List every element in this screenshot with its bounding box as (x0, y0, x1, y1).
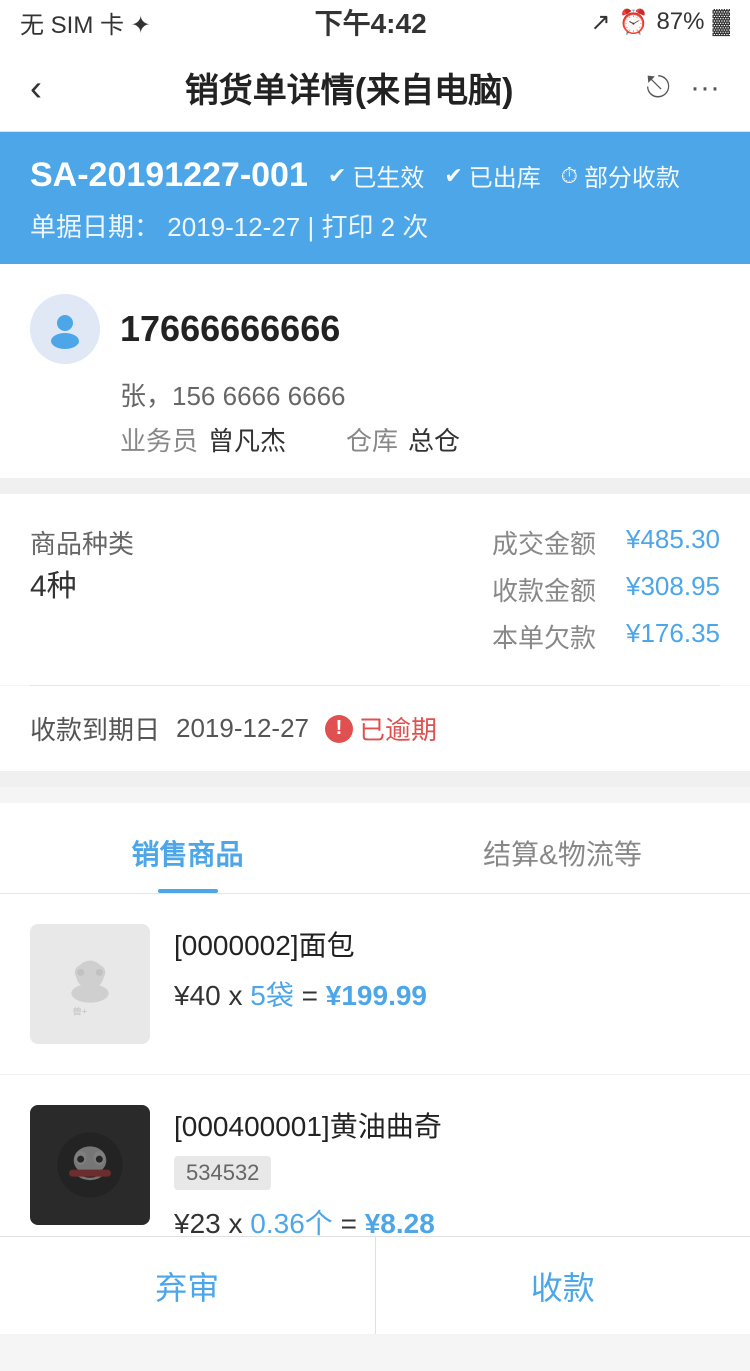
status-bar-left: 无 SIM 卡 ✦ (20, 5, 151, 40)
amount-row-2: 本单欠款 ¥176.35 (492, 618, 720, 655)
nav-right-actions: ⎋ ··· (646, 71, 720, 105)
summary-section: 商品种类 4种 成交金额 ¥485.30 收款金额 ¥308.95 本单欠款 ¥… (0, 494, 750, 685)
badge-shipped-label: 已出库 (469, 158, 541, 193)
product-info-1: [00040000​1]黄油曲奇 534532 ¥23 x 0.36个 = ¥8… (174, 1105, 720, 1242)
amounts: 成交金额 ¥485.30 收款金额 ¥308.95 本单欠款 ¥176.35 (492, 524, 720, 655)
product-type-value: 4种 (30, 561, 134, 605)
amount-row-1: 收款金额 ¥308.95 (492, 571, 720, 608)
collect-payment-button[interactable]: 收款 (376, 1237, 750, 1334)
price-eq-0: = (302, 980, 326, 1011)
divider1 (0, 478, 750, 494)
badge-effective-label: 已生效 (352, 158, 424, 193)
amount-label-2: 本单欠款 (492, 618, 596, 655)
abandon-review-button[interactable]: 弃审 (0, 1237, 376, 1334)
print-info: | 打印 2 次 (307, 212, 428, 242)
page-title: 销货单详情(来自电脑) (52, 63, 646, 112)
price-x-0: x (229, 980, 251, 1011)
amount-label-1: 收款金额 (492, 571, 596, 608)
share-button[interactable]: ⎋ (646, 71, 670, 105)
clock-icon (561, 162, 578, 190)
salesperson-item: 业务员 曾凡杰 (120, 421, 286, 458)
svg-text:兽+: 兽+ (73, 1005, 88, 1016)
products-section: 兽+ [0000002]面包 ¥40 x 5袋 = ¥199.99 (0, 894, 750, 1273)
battery-level: 87% (656, 8, 704, 36)
due-date-label: 收款到期日 (30, 710, 160, 747)
price-x-1: x (229, 1208, 251, 1239)
bottom-bar: 弃审 收款 (0, 1236, 750, 1334)
alarm-icon: ⏰ (619, 8, 649, 37)
customer-meta: 业务员 曾凡杰 仓库 总仓 (120, 421, 720, 458)
more-button[interactable]: ··· (690, 71, 720, 105)
product-type: 商品种类 4种 (30, 524, 134, 605)
product-name-0: [0000002]面包 (174, 924, 720, 964)
price-qty-1: 0.36个 (250, 1208, 333, 1239)
tab-settlement[interactable]: 结算&物流等 (375, 803, 750, 893)
product-name-1: [00040000​1]黄油曲奇 (174, 1105, 720, 1145)
divider2 (0, 771, 750, 787)
price-total-1: ¥8.28 (365, 1208, 435, 1239)
amount-value-2: ¥176.35 (626, 618, 720, 655)
due-date-value: 2019-12-27 (176, 713, 309, 744)
warehouse-label: 仓库 (346, 421, 398, 458)
price-qty-0: 5袋 (250, 980, 294, 1011)
customer-detail: 张，156 6666 6666 (120, 376, 720, 413)
location-icon: ↗ (590, 8, 610, 37)
date-label: 单据日期： (30, 212, 160, 242)
customer-id: 17666666666 (120, 308, 340, 350)
badge-effective: 已生效 (328, 158, 424, 193)
tab-sales-products[interactable]: 销售商品 (0, 803, 375, 893)
status-bar: 无 SIM 卡 ✦ 下午4:42 ↗ ⏰ 87% ▓ (0, 0, 750, 44)
product-type-label: 商品种类 (30, 524, 134, 561)
sim-status: 无 SIM 卡 ✦ (20, 5, 151, 40)
due-date-section: 收款到期日 2019-12-27 ! 已逾期 (0, 686, 750, 771)
overdue-icon: ! (325, 715, 353, 743)
order-number: SA-20191227-001 (30, 156, 308, 195)
price-eq-1: = (341, 1208, 365, 1239)
overdue-text: 已逾期 (359, 710, 437, 747)
price-total-0: ¥199.99 (326, 980, 427, 1011)
badge-partial: 部分收款 (561, 158, 680, 193)
product-info-0: [0000002]面包 ¥40 x 5袋 = ¥199.99 (174, 924, 720, 1014)
status-bar-right: ↗ ⏰ 87% ▓ (590, 8, 730, 37)
salesperson-value: 曾凡杰 (208, 421, 286, 458)
badge-partial-label: 部分收款 (584, 158, 680, 193)
list-item: 兽+ [0000002]面包 ¥40 x 5袋 = ¥199.99 (0, 894, 750, 1075)
price-base-1: ¥23 (174, 1208, 221, 1239)
date-value: 2019-12-27 (167, 212, 300, 242)
badge-shipped: 已出库 (444, 158, 540, 193)
warehouse-value: 总仓 (408, 421, 460, 458)
product-image-0: 兽+ (30, 924, 150, 1044)
product-sku-1: 534532 (174, 1156, 271, 1190)
avatar (30, 294, 100, 364)
overdue-badge: ! 已逾期 (325, 710, 437, 747)
amount-value-1: ¥308.95 (626, 571, 720, 608)
warehouse-item: 仓库 总仓 (346, 421, 460, 458)
product-image-1 (30, 1105, 150, 1225)
nav-bar: ‹ 销货单详情(来自电脑) ⎋ ··· (0, 44, 750, 132)
amount-value-0: ¥485.30 (626, 524, 720, 561)
customer-row: 17666666666 (30, 294, 720, 364)
check-icon (328, 162, 346, 190)
order-banner: SA-20191227-001 已生效 已出库 部分收款 单据日期： 2019-… (0, 132, 750, 264)
amount-row-0: 成交金额 ¥485.30 (492, 524, 720, 561)
customer-section: 17666666666 张，156 6666 6666 业务员 曾凡杰 仓库 总… (0, 264, 750, 478)
salesperson-label: 业务员 (120, 421, 198, 458)
order-banner-row1: SA-20191227-001 已生效 已出库 部分收款 (30, 156, 720, 195)
order-banner-date: 单据日期： 2019-12-27 | 打印 2 次 (30, 207, 720, 244)
status-bar-time: 下午4:42 (315, 2, 427, 42)
amount-label-0: 成交金额 (492, 524, 596, 561)
check-icon2 (444, 162, 462, 190)
back-button[interactable]: ‹ (30, 57, 52, 119)
tabs-section: 销售商品 结算&物流等 (0, 803, 750, 894)
price-base-0: ¥40 (174, 980, 221, 1011)
product-price-0: ¥40 x 5袋 = ¥199.99 (174, 974, 720, 1014)
battery-icon: ▓ (713, 8, 731, 36)
